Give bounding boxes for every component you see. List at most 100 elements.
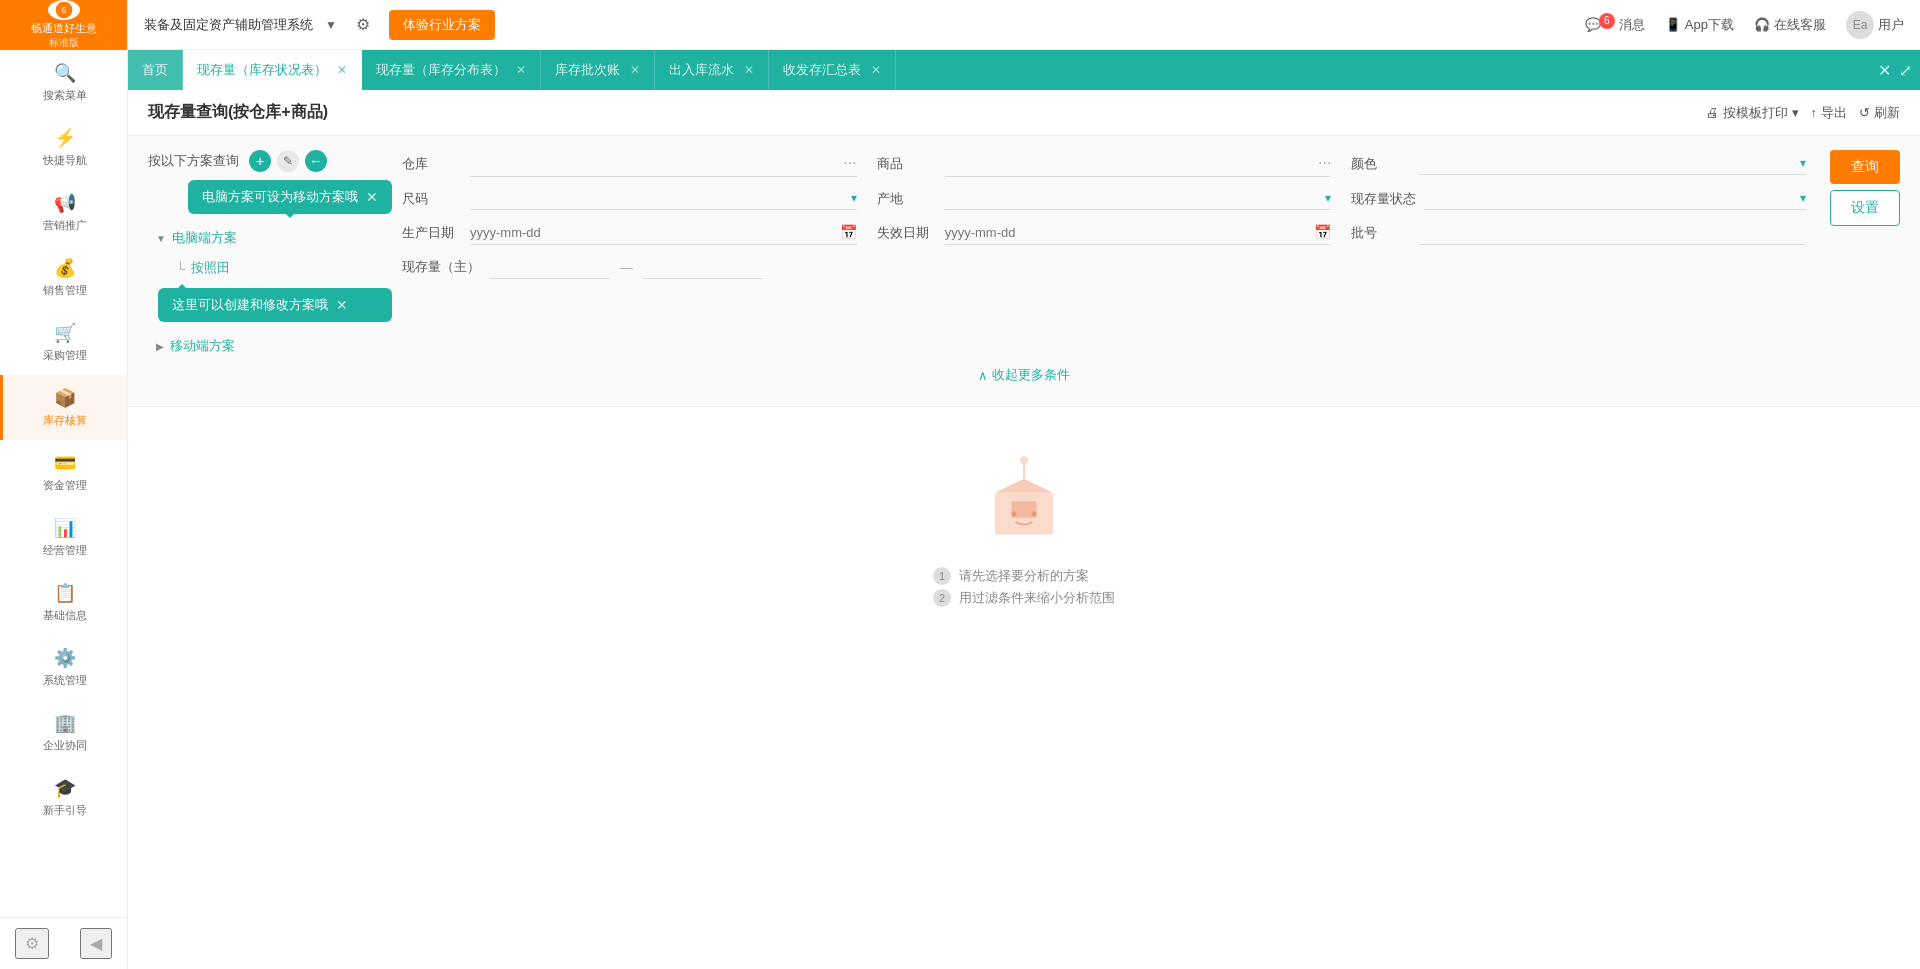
tab-batch-ledger[interactable]: 库存批次账 ✕ bbox=[541, 50, 655, 90]
filter-add-btn[interactable]: + bbox=[249, 150, 271, 172]
tip-text-2: 用过滤条件来缩小分析范围 bbox=[959, 589, 1115, 607]
warehouse-select[interactable]: ··· bbox=[470, 150, 857, 177]
tab-receive-summary[interactable]: 收发存汇总表 ✕ bbox=[769, 50, 896, 90]
tab-close-receive-summary[interactable]: ✕ bbox=[871, 63, 881, 77]
sidebar-item-finance[interactable]: 💳 资金管理 bbox=[0, 440, 127, 505]
pc-scheme-child: └ 按照田 bbox=[168, 256, 392, 280]
stock-status-chevron-icon: ▾ bbox=[1800, 191, 1806, 205]
tab-inventory-status[interactable]: 现存量（库存状况表） ✕ bbox=[183, 50, 362, 90]
base-info-icon: 📋 bbox=[54, 582, 76, 604]
user-profile-btn[interactable]: Ea 用户 bbox=[1846, 11, 1904, 39]
inventory-icon: 📦 bbox=[54, 387, 76, 409]
tab-close-batch-ledger[interactable]: ✕ bbox=[630, 63, 640, 77]
stock-status-select[interactable]: ▾ bbox=[1424, 187, 1806, 210]
filter-edit-btn[interactable]: ✎ bbox=[277, 150, 299, 172]
mobile-scheme-toggle[interactable]: ▶ bbox=[156, 341, 164, 352]
sidebar-item-enterprise[interactable]: 🏢 企业协同 bbox=[0, 700, 127, 765]
query-btn[interactable]: 查询 bbox=[1830, 150, 1900, 184]
color-field: 颜色 ▾ bbox=[1351, 150, 1806, 177]
goods-field: 商品 ··· bbox=[877, 150, 1332, 177]
size-chevron-icon: ▾ bbox=[851, 191, 857, 205]
expire-date-input[interactable] bbox=[945, 225, 1315, 240]
message-btn[interactable]: 💬 6 消息 bbox=[1585, 16, 1645, 34]
tooltip-edit-close[interactable]: ✕ bbox=[336, 297, 348, 313]
export-icon: ↑ bbox=[1811, 105, 1818, 120]
export-btn[interactable]: ↑ 导出 bbox=[1811, 104, 1848, 122]
goods-dots-icon: ··· bbox=[1318, 154, 1331, 172]
filter-row-2: 尺码 ▾ 产地 ▾ bbox=[402, 187, 1806, 210]
logo-icon: 6 bbox=[48, 0, 80, 20]
tooltip-scheme-close[interactable]: ✕ bbox=[366, 189, 378, 205]
tab-maximize-btn[interactable]: ⤢ bbox=[1899, 61, 1912, 80]
tab-close-inventory-dist[interactable]: ✕ bbox=[516, 63, 526, 77]
goods-label: 商品 bbox=[877, 155, 937, 173]
fields-grid-container: 仓库 ··· 商品 ··· bbox=[402, 150, 1806, 285]
pc-child-text[interactable]: 按照田 bbox=[191, 259, 230, 277]
app-download-label: App下载 bbox=[1685, 16, 1734, 34]
tab-close-inventory-status[interactable]: ✕ bbox=[337, 63, 347, 77]
sidebar-item-search[interactable]: 🔍 搜索菜单 bbox=[0, 50, 127, 115]
batch-no-input[interactable] bbox=[1419, 221, 1806, 245]
tab-close-in-out-flow[interactable]: ✕ bbox=[744, 63, 754, 77]
sidebar-item-marketing[interactable]: 📢 营销推广 bbox=[0, 180, 127, 245]
origin-select[interactable]: ▾ bbox=[945, 187, 1332, 210]
goods-select[interactable]: ··· bbox=[945, 150, 1332, 177]
prod-date-cal-icon[interactable]: 📅 bbox=[840, 224, 857, 240]
topbar-settings-btn[interactable]: ⚙ bbox=[349, 11, 377, 39]
sidebar-item-inventory[interactable]: 📦 库存核算 bbox=[0, 375, 127, 440]
pc-scheme-name[interactable]: 电脑端方案 bbox=[172, 229, 237, 247]
stock-qty-label: 现存量（主） bbox=[402, 258, 480, 276]
svg-point-5 bbox=[1012, 511, 1017, 516]
enterprise-icon: 🏢 bbox=[54, 712, 76, 734]
page: 现存量查询(按仓库+商品) 🖨 按模板打印 ▾ ↑ 导出 ↺ 刷新 bbox=[128, 90, 1920, 969]
stock-qty-min[interactable] bbox=[490, 255, 610, 279]
batch-no-field: 批号 bbox=[1351, 220, 1806, 245]
tab-home[interactable]: 首页 bbox=[128, 50, 183, 90]
online-service-btn[interactable]: 🎧 在线客服 bbox=[1754, 16, 1826, 34]
warehouse-label: 仓库 bbox=[402, 155, 462, 173]
page-title: 现存量查询(按仓库+商品) bbox=[148, 102, 328, 123]
color-select[interactable]: ▾ bbox=[1419, 152, 1806, 175]
pc-scheme-toggle[interactable]: ▼ bbox=[156, 233, 166, 244]
filter-row-1: 仓库 ··· 商品 ··· bbox=[402, 150, 1806, 177]
filter-label: 按以下方案查询 bbox=[148, 152, 239, 170]
expire-date-cal-icon[interactable]: 📅 bbox=[1314, 224, 1331, 240]
empty-tip-1: 1 请先选择要分析的方案 bbox=[933, 567, 1115, 585]
sidebar-item-system[interactable]: ⚙️ 系统管理 bbox=[0, 635, 127, 700]
sidebar-settings-btn[interactable]: ⚙ bbox=[15, 928, 49, 959]
sidebar-item-purchase[interactable]: 🛒 采购管理 bbox=[0, 310, 127, 375]
app-download-btn[interactable]: 📱 App下载 bbox=[1665, 16, 1734, 34]
print-btn[interactable]: 🖨 按模板打印 ▾ bbox=[1706, 104, 1799, 122]
svg-marker-3 bbox=[995, 479, 1053, 493]
stock-qty-max[interactable] bbox=[643, 255, 763, 279]
prod-date-input-wrap: 📅 bbox=[470, 220, 857, 245]
setting-btn[interactable]: 设置 bbox=[1830, 190, 1900, 226]
sidebar-item-sales[interactable]: 💰 销售管理 bbox=[0, 245, 127, 310]
sidebar-item-guide[interactable]: 🎓 新手引导 bbox=[0, 765, 127, 830]
expire-date-field: 失效日期 📅 bbox=[877, 220, 1332, 245]
filter-arrow-btn[interactable]: ← bbox=[305, 150, 327, 172]
nav-menu: 🔍 搜索菜单 ⚡ 快捷导航 📢 营销推广 💰 销售管理 🛒 采购管理 📦 库存核… bbox=[0, 50, 127, 917]
sidebar-item-base-info[interactable]: 📋 基础信息 bbox=[0, 570, 127, 635]
tab-close-all-btn[interactable]: ✕ bbox=[1878, 61, 1891, 80]
tab-inventory-dist[interactable]: 现存量（库存分布表） ✕ bbox=[362, 50, 541, 90]
mobile-scheme-name[interactable]: 移动端方案 bbox=[170, 337, 235, 355]
filter-actions: + ✎ ← bbox=[249, 150, 327, 172]
prod-date-input[interactable] bbox=[470, 225, 840, 240]
tab-in-out-flow[interactable]: 出入库流水 ✕ bbox=[655, 50, 769, 90]
sidebar-collapse-btn[interactable]: ◀ bbox=[80, 928, 112, 959]
sidebar-item-quick-nav[interactable]: ⚡ 快捷导航 bbox=[0, 115, 127, 180]
sidebar-item-operations[interactable]: 📊 经营管理 bbox=[0, 505, 127, 570]
sidebar: 6 畅通道好生意 标准版 🔍 搜索菜单 ⚡ 快捷导航 📢 营销推广 💰 销售管理… bbox=[0, 0, 128, 969]
industry-btn[interactable]: 体验行业方案 bbox=[389, 10, 495, 40]
tip-num-2: 2 bbox=[933, 589, 951, 607]
system-dropdown-btn[interactable]: ▼ bbox=[325, 18, 337, 32]
color-label: 颜色 bbox=[1351, 155, 1411, 173]
collapse-bar[interactable]: ∧ 收起更多条件 bbox=[148, 358, 1900, 392]
size-select[interactable]: ▾ bbox=[470, 187, 857, 210]
expire-date-label: 失效日期 bbox=[877, 224, 937, 242]
empty-illustration bbox=[974, 447, 1074, 547]
refresh-btn[interactable]: ↺ 刷新 bbox=[1859, 104, 1900, 122]
operations-icon: 📊 bbox=[54, 517, 76, 539]
scheme-panel: 按以下方案查询 + ✎ ← 电脑方案可设为移动方案哦 ✕ bbox=[148, 150, 392, 358]
